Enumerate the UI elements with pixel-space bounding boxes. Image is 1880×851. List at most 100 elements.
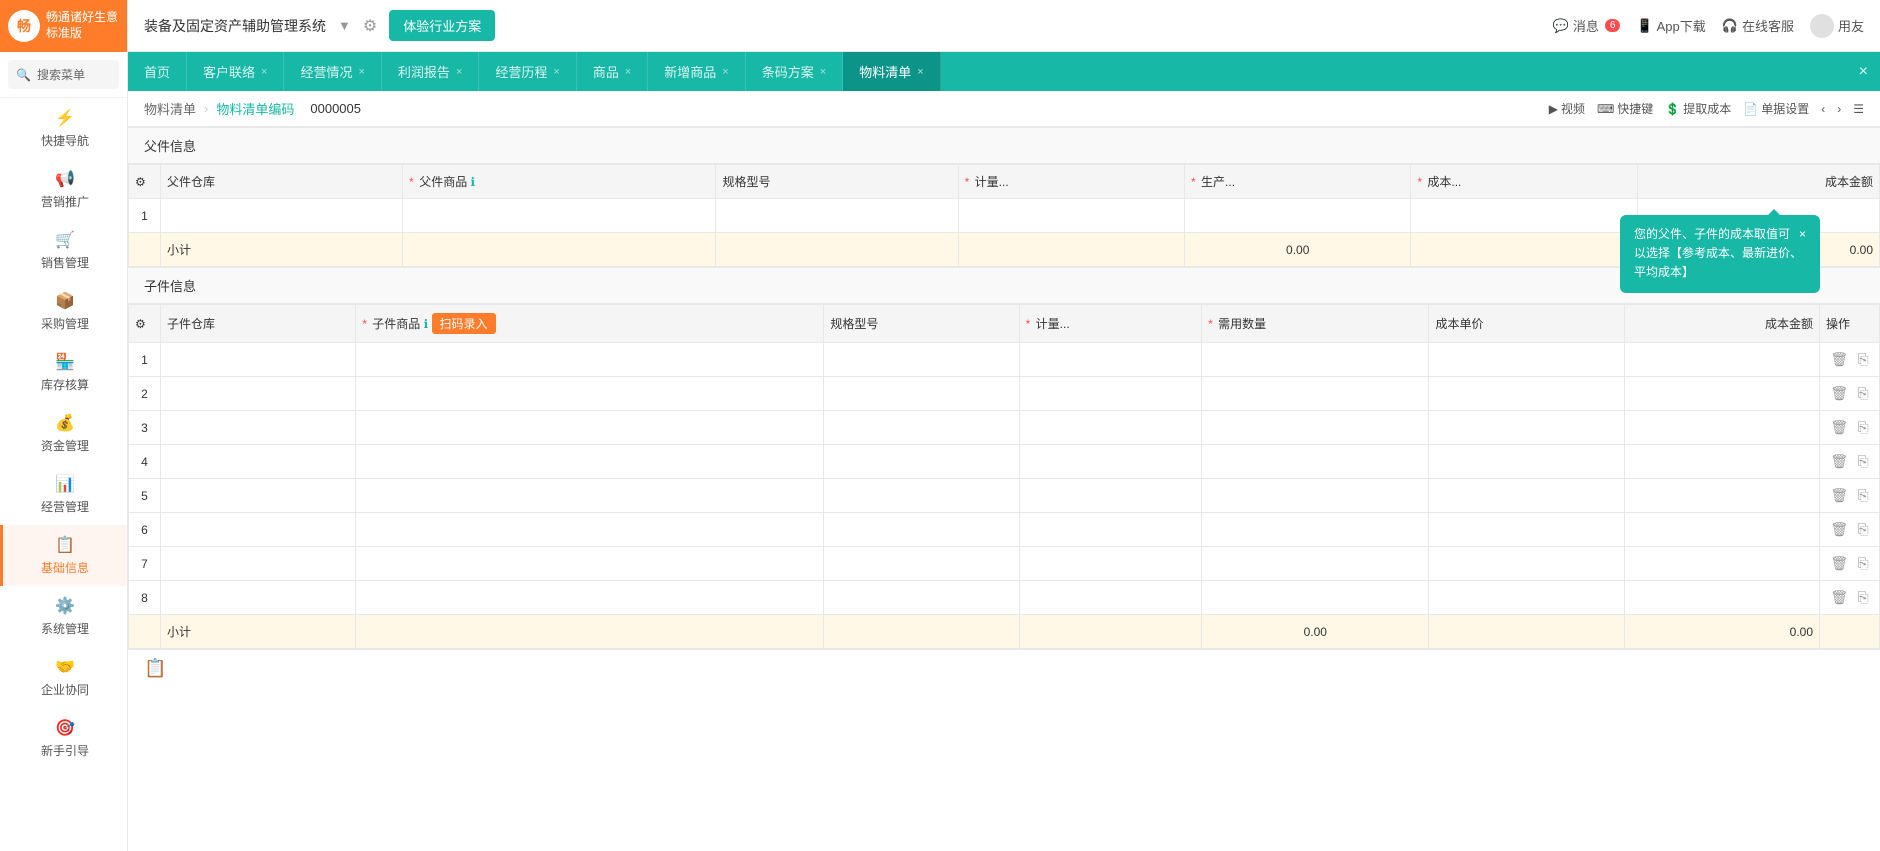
child-product-cell-8[interactable] [356, 581, 824, 615]
child-spec-cell-1[interactable] [824, 343, 1019, 377]
child-cost-unit-cell-1[interactable] [1429, 343, 1624, 377]
child-qty-unit-cell-3[interactable] [1019, 411, 1202, 445]
search-menu-button[interactable]: 🔍 搜索菜单 [8, 60, 119, 89]
sidebar-item-system[interactable]: ⚙️ 系统管理 [0, 586, 127, 647]
tab-operations[interactable]: 经营情况 × [284, 52, 381, 91]
tab-close-bom[interactable]: × [917, 66, 923, 78]
child-required-qty-cell-6[interactable] [1202, 513, 1429, 547]
sidebar-item-enterprise[interactable]: 🤝 企业协同 [0, 647, 127, 708]
action-settings[interactable]: 📄 单据设置 [1743, 100, 1809, 117]
delete-btn-4[interactable]: 🗑 [1827, 451, 1851, 472]
view-toggle[interactable]: ☰ [1853, 102, 1864, 116]
delete-btn-6[interactable]: 🗑 [1827, 519, 1851, 540]
delete-btn-8[interactable]: 🗑 [1827, 587, 1851, 608]
parent-product-cell-1[interactable] [403, 199, 716, 233]
child-qty-unit-cell-7[interactable] [1019, 547, 1202, 581]
tab-close-add-product[interactable]: × [722, 66, 728, 78]
tab-barcode[interactable]: 条码方案 × [746, 52, 843, 91]
child-qty-unit-cell-4[interactable] [1019, 445, 1202, 479]
delete-btn-5[interactable]: 🗑 [1827, 485, 1851, 506]
sidebar-item-inventory[interactable]: 🏪 库存核算 [0, 342, 127, 403]
sidebar-item-purchase[interactable]: 📦 采购管理 [0, 281, 127, 342]
tab-history[interactable]: 经营历程 × [479, 52, 576, 91]
child-qty-unit-cell-2[interactable] [1019, 377, 1202, 411]
child-product-cell-5[interactable] [356, 479, 824, 513]
delete-btn-1[interactable]: 🗑 [1827, 349, 1851, 370]
tab-customer[interactable]: 客户联络 × [187, 52, 284, 91]
child-product-cell-1[interactable] [356, 343, 824, 377]
app-download-item[interactable]: 📱 App下载 [1636, 16, 1705, 35]
child-warehouse-cell-8[interactable] [161, 581, 356, 615]
child-required-qty-cell-1[interactable] [1202, 343, 1429, 377]
child-warehouse-cell-3[interactable] [161, 411, 356, 445]
child-spec-cell-3[interactable] [824, 411, 1019, 445]
sidebar-item-sales[interactable]: 🛒 销售管理 [0, 220, 127, 281]
parent-spec-cell-1[interactable] [716, 199, 958, 233]
child-spec-cell-7[interactable] [824, 547, 1019, 581]
child-product-cell-2[interactable] [356, 377, 824, 411]
copy-btn-4[interactable]: ⎘ [1854, 451, 1871, 472]
parent-qty-unit-cell-1[interactable] [958, 199, 1184, 233]
child-cost-unit-cell-7[interactable] [1429, 547, 1624, 581]
tab-close-products[interactable]: × [625, 66, 631, 78]
delete-btn-7[interactable]: 🗑 [1827, 553, 1851, 574]
parent-warehouse-cell-1[interactable] [161, 199, 403, 233]
nav-prev[interactable]: ‹ [1821, 102, 1825, 116]
child-warehouse-cell-1[interactable] [161, 343, 356, 377]
child-warehouse-cell-4[interactable] [161, 445, 356, 479]
tab-close-profit[interactable]: × [456, 66, 462, 78]
tab-close-barcode[interactable]: × [820, 66, 826, 78]
child-product-cell-6[interactable] [356, 513, 824, 547]
child-required-qty-cell-2[interactable] [1202, 377, 1429, 411]
child-product-cell-4[interactable] [356, 445, 824, 479]
parent-cost-cell-1[interactable] [1411, 199, 1637, 233]
tab-products[interactable]: 商品 × [577, 52, 648, 91]
child-warehouse-cell-6[interactable] [161, 513, 356, 547]
close-all-tabs[interactable]: × [1847, 53, 1880, 91]
child-spec-cell-8[interactable] [824, 581, 1019, 615]
child-cost-unit-cell-4[interactable] [1429, 445, 1624, 479]
nav-next[interactable]: › [1837, 102, 1841, 116]
online-service-item[interactable]: 🎧 在线客服 [1722, 16, 1794, 35]
parent-production-cell-1[interactable] [1185, 199, 1411, 233]
tooltip-close-btn[interactable]: × [1799, 225, 1806, 244]
tab-profit[interactable]: 利润报告 × [382, 52, 479, 91]
child-warehouse-cell-7[interactable] [161, 547, 356, 581]
user-item[interactable]: 用友 [1810, 14, 1864, 38]
sidebar-item-quick-nav[interactable]: ⚡ 快捷导航 [0, 98, 127, 159]
child-qty-unit-cell-6[interactable] [1019, 513, 1202, 547]
action-cost[interactable]: 💲 提取成本 [1665, 100, 1731, 117]
message-item[interactable]: 💬 消息 6 [1553, 16, 1621, 35]
action-shortcut[interactable]: ⌨ 快捷键 [1597, 100, 1653, 117]
child-required-qty-cell-5[interactable] [1202, 479, 1429, 513]
copy-btn-1[interactable]: ⎘ [1854, 349, 1871, 370]
tab-close-customer[interactable]: × [261, 66, 267, 78]
child-required-qty-cell-7[interactable] [1202, 547, 1429, 581]
child-required-qty-cell-8[interactable] [1202, 581, 1429, 615]
child-cost-unit-cell-5[interactable] [1429, 479, 1624, 513]
sidebar-item-basic[interactable]: 📋 基础信息 [0, 525, 127, 586]
sidebar-item-finance[interactable]: 💰 资金管理 [0, 403, 127, 464]
child-product-cell-7[interactable] [356, 547, 824, 581]
copy-btn-2[interactable]: ⎘ [1854, 383, 1871, 404]
copy-btn-5[interactable]: ⎘ [1854, 485, 1871, 506]
child-spec-cell-5[interactable] [824, 479, 1019, 513]
tab-add-product[interactable]: 新增商品 × [648, 52, 745, 91]
child-spec-cell-6[interactable] [824, 513, 1019, 547]
tab-close-history[interactable]: × [553, 66, 559, 78]
sidebar-item-guide[interactable]: 🎯 新手引导 [0, 708, 127, 769]
child-required-qty-cell-3[interactable] [1202, 411, 1429, 445]
child-cost-unit-cell-3[interactable] [1429, 411, 1624, 445]
breadcrumb-item1[interactable]: 物料清单 [144, 99, 196, 118]
child-warehouse-cell-2[interactable] [161, 377, 356, 411]
tab-bom[interactable]: 物料清单 × [843, 52, 940, 91]
child-qty-unit-cell-1[interactable] [1019, 343, 1202, 377]
copy-btn-6[interactable]: ⎘ [1854, 519, 1871, 540]
tab-close-operations[interactable]: × [358, 66, 364, 78]
child-warehouse-cell-5[interactable] [161, 479, 356, 513]
copy-btn-7[interactable]: ⎘ [1854, 553, 1871, 574]
sidebar-item-operation[interactable]: 📊 经营管理 [0, 464, 127, 525]
child-col-settings[interactable]: ⚙ [129, 305, 161, 343]
child-spec-cell-4[interactable] [824, 445, 1019, 479]
settings-icon[interactable]: ⚙ [363, 16, 377, 36]
